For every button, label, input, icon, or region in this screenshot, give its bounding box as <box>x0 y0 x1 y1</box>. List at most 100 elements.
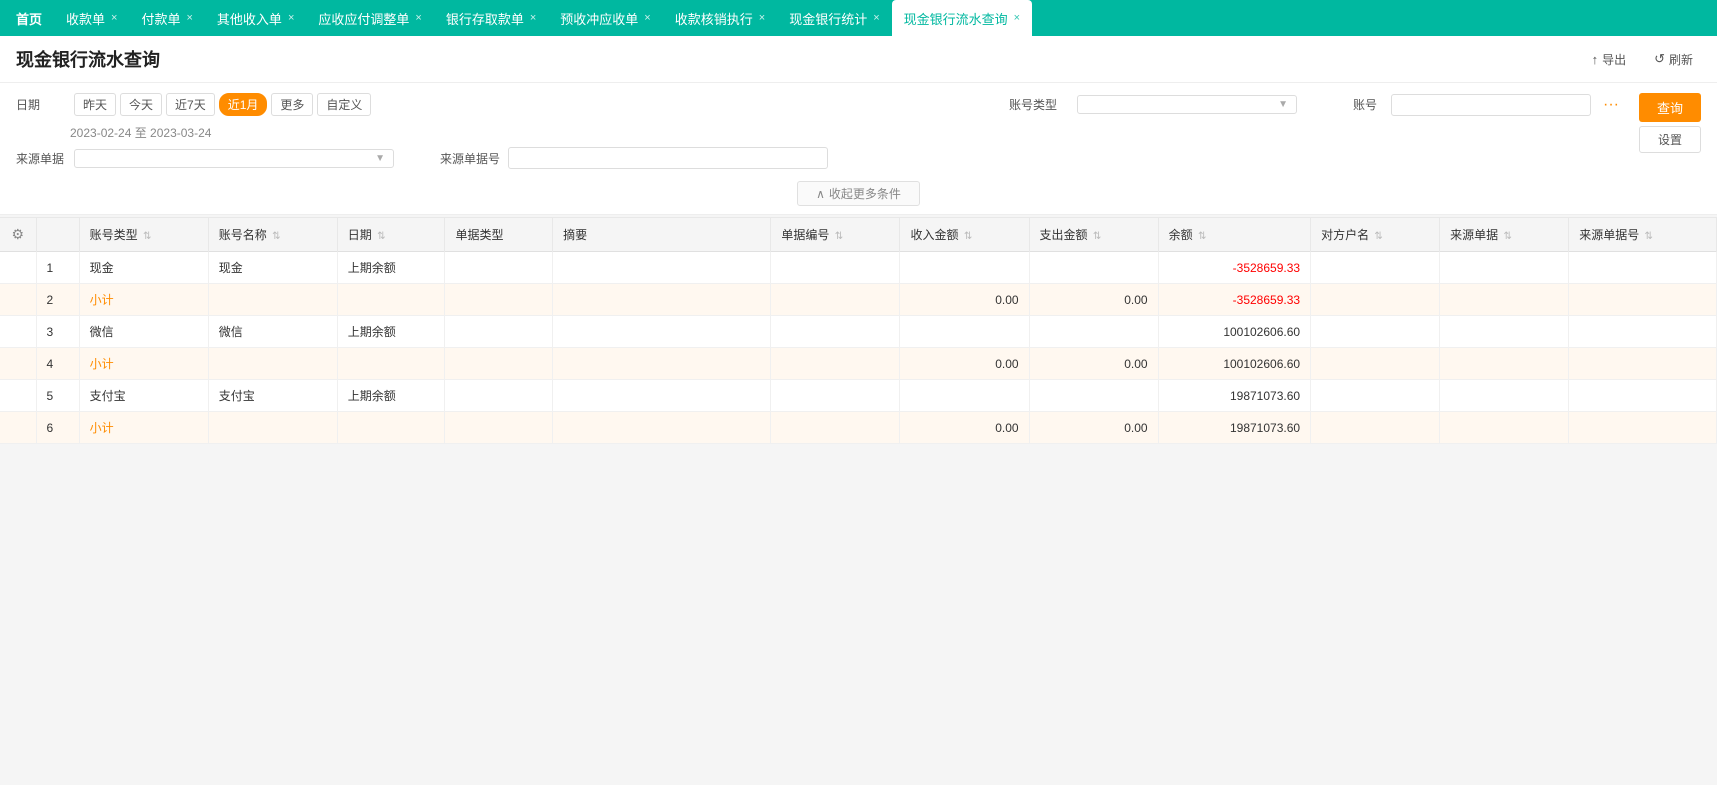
settings-button[interactable]: 设置 <box>1639 126 1701 153</box>
td-balance: 19871073.60 <box>1158 380 1310 412</box>
account-input[interactable] <box>1391 94 1591 116</box>
td-expense: 0.00 <box>1029 284 1158 316</box>
td-doc-type <box>445 412 553 444</box>
nav-item-shoukuandan[interactable]: 收款单 × <box>54 0 129 36</box>
td-source-doc <box>1440 316 1569 348</box>
date-btn-yesterday[interactable]: 昨天 <box>74 93 116 116</box>
td-doc-type <box>445 348 553 380</box>
refresh-icon: ↺ <box>1654 51 1665 67</box>
td-summary <box>553 380 771 412</box>
td-summary <box>553 316 771 348</box>
export-button[interactable]: ↑ 导出 <box>1584 47 1635 72</box>
nav-item-ysch[interactable]: 预收冲应收单 × <box>548 0 662 36</box>
nav-item-xjyhtj[interactable]: 现金银行统计 × <box>777 0 891 36</box>
td-counterpart <box>1311 380 1440 412</box>
td-account-type: 小计 <box>79 284 208 316</box>
close-icon[interactable]: × <box>1014 12 1020 24</box>
account-dots-button[interactable]: ··· <box>1599 96 1623 114</box>
date-btn-7days[interactable]: 近7天 <box>166 93 215 116</box>
source-doc-select[interactable]: ▼ <box>74 149 394 168</box>
th-account-type[interactable]: 账号类型 ⇅ <box>79 218 208 252</box>
th-account-name[interactable]: 账号名称 ⇅ <box>208 218 337 252</box>
date-btn-1month[interactable]: 近1月 <box>219 93 268 116</box>
filter-row-2: 来源单据 ▼ 来源单据号 <box>16 147 1623 169</box>
td-source-doc <box>1440 252 1569 284</box>
td-expense: 0.00 <box>1029 412 1158 444</box>
td-balance: -3528659.33 <box>1158 284 1310 316</box>
td-date: 上期余额 <box>337 380 445 412</box>
nav-home[interactable]: 首页 <box>4 0 54 36</box>
query-button[interactable]: 查询 <box>1639 93 1701 122</box>
nav-item-shkx[interactable]: 收款核销执行 × <box>663 0 777 36</box>
td-balance: -3528659.33 <box>1158 252 1310 284</box>
th-source-doc-no[interactable]: 来源单据号 ⇅ <box>1569 218 1717 252</box>
close-icon[interactable]: × <box>759 12 765 24</box>
nav-item-yhcqk[interactable]: 银行存取款单 × <box>434 0 548 36</box>
td-source-doc-no <box>1569 380 1717 412</box>
td-doc-no <box>771 412 900 444</box>
td-counterpart <box>1311 348 1440 380</box>
td-account-name <box>208 284 337 316</box>
sort-icon: ⇅ <box>1374 231 1382 242</box>
date-btn-today[interactable]: 今天 <box>120 93 162 116</box>
account-type-label: 账号类型 <box>1009 96 1069 113</box>
th-source-doc[interactable]: 来源单据 ⇅ <box>1440 218 1569 252</box>
td-account-type: 微信 <box>79 316 208 348</box>
sort-icon: ⇅ <box>377 231 385 242</box>
td-account-name: 微信 <box>208 316 337 348</box>
sort-icon: ⇅ <box>272 231 280 242</box>
page-title: 现金银行流水查询 <box>16 46 160 72</box>
td-counterpart <box>1311 252 1440 284</box>
source-doc-num-label: 来源单据号 <box>440 150 500 167</box>
sort-icon: ⇅ <box>964 231 972 242</box>
date-btn-custom[interactable]: 自定义 <box>317 93 371 116</box>
th-balance[interactable]: 余额 ⇅ <box>1158 218 1310 252</box>
td-settings <box>0 348 36 380</box>
td-counterpart <box>1311 284 1440 316</box>
td-account-name <box>208 348 337 380</box>
table-row: 5 支付宝 支付宝 上期余额 19871073.60 <box>0 380 1717 412</box>
filter-row-1: 日期 昨天 今天 近7天 近1月 更多 自定义 账号类型 ▼ 账号 <box>16 93 1623 116</box>
td-account-type: 支付宝 <box>79 380 208 412</box>
sort-icon: ⇅ <box>1198 231 1206 242</box>
close-icon[interactable]: × <box>873 12 879 24</box>
refresh-button[interactable]: ↺ 刷新 <box>1646 47 1701 72</box>
date-btn-more[interactable]: 更多 <box>271 93 313 116</box>
td-source-doc <box>1440 412 1569 444</box>
td-source-doc-no <box>1569 284 1717 316</box>
th-income[interactable]: 收入金额 ⇅ <box>900 218 1029 252</box>
close-icon[interactable]: × <box>644 12 650 24</box>
nav-item-fukuandan[interactable]: 付款单 × <box>129 0 204 36</box>
close-icon[interactable]: × <box>186 12 192 24</box>
date-range-display: 2023-02-24 至 2023-03-24 <box>70 126 211 140</box>
td-balance: 100102606.60 <box>1158 348 1310 380</box>
close-icon[interactable]: × <box>530 12 536 24</box>
td-account-type: 小计 <box>79 412 208 444</box>
nav-item-xjyhls[interactable]: 现金银行流水查询 × <box>892 0 1032 36</box>
export-icon: ↑ <box>1592 52 1599 67</box>
th-expense[interactable]: 支出金额 ⇅ <box>1029 218 1158 252</box>
th-index <box>36 218 79 252</box>
collapse-button[interactable]: ∧ 收起更多条件 <box>797 181 920 206</box>
nav-item-ysyf[interactable]: 应收应付调整单 × <box>306 0 433 36</box>
td-source-doc-no <box>1569 348 1717 380</box>
close-icon[interactable]: × <box>111 12 117 24</box>
td-account-type: 小计 <box>79 348 208 380</box>
td-source-doc-no <box>1569 316 1717 348</box>
td-source-doc-no <box>1569 252 1717 284</box>
th-settings[interactable]: ⚙ <box>0 218 36 252</box>
source-doc-label: 来源单据 <box>16 150 66 167</box>
close-icon[interactable]: × <box>415 12 421 24</box>
sort-icon: ⇅ <box>1645 231 1653 242</box>
gear-icon[interactable]: ⚙ <box>11 226 24 242</box>
th-doc-no[interactable]: 单据编号 ⇅ <box>771 218 900 252</box>
th-summary: 摘要 <box>553 218 771 252</box>
nav-item-qtsr[interactable]: 其他收入单 × <box>205 0 306 36</box>
th-counterpart[interactable]: 对方户名 ⇅ <box>1311 218 1440 252</box>
td-settings <box>0 412 36 444</box>
account-type-select[interactable]: ▼ <box>1077 95 1297 114</box>
close-icon[interactable]: × <box>288 12 294 24</box>
th-doc-type: 单据类型 <box>445 218 553 252</box>
th-date[interactable]: 日期 ⇅ <box>337 218 445 252</box>
source-doc-num-input[interactable] <box>508 147 828 169</box>
